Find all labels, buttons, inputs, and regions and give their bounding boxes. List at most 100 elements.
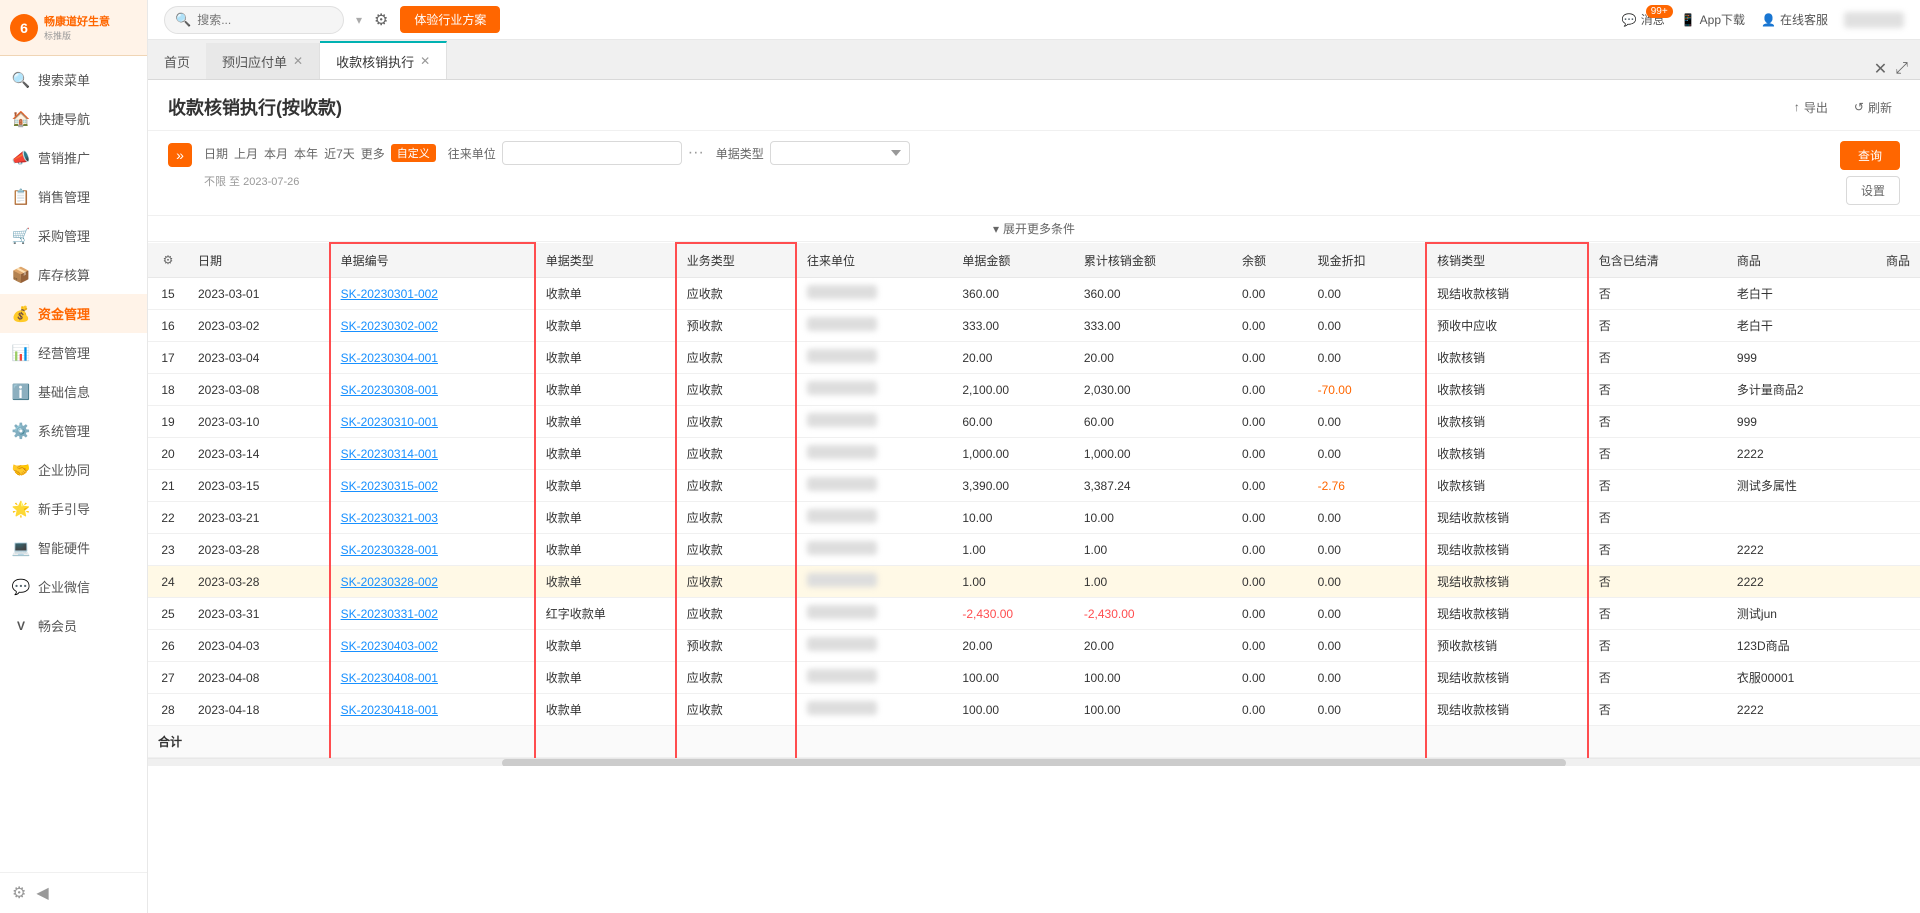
table-row: 22 2023-03-21 SK-20230321-003 收款单 应收款 10… — [148, 502, 1920, 534]
more-filters-icon[interactable]: ··· — [688, 144, 704, 162]
sidebar-item-operation[interactable]: 📊 经营管理 — [0, 333, 147, 372]
tab-prepay[interactable]: 预归应付单 ✕ — [206, 43, 320, 79]
cell-index: 22 — [148, 502, 188, 534]
date-this-month[interactable]: 本月 — [264, 145, 288, 162]
th-verified-amount: 累计核销金额 — [1074, 243, 1232, 278]
sidebar-item-guide[interactable]: 🌟 新手引导 — [0, 489, 147, 528]
date-last-month[interactable]: 上月 — [234, 145, 258, 162]
sidebar-item-quicknav[interactable]: 🏠 快捷导航 — [0, 99, 147, 138]
cell-verified-amount: 3,387.24 — [1074, 470, 1232, 502]
cell-biz-type: 预收款 — [676, 630, 796, 662]
cell-product2 — [1876, 662, 1920, 694]
footer-settings-icon[interactable]: ⚙ — [12, 883, 26, 903]
filter-toggle-btn[interactable]: » — [168, 143, 192, 167]
online-service-item[interactable]: 👤 在线客服 — [1761, 11, 1828, 28]
header-search-box[interactable]: 🔍 — [164, 6, 344, 34]
cell-verified-amount: 360.00 — [1074, 278, 1232, 310]
search-input[interactable] — [197, 13, 317, 27]
cell-index: 27 — [148, 662, 188, 694]
message-item[interactable]: 💬 消息 99+ — [1622, 11, 1665, 28]
total-verify-type — [1426, 726, 1588, 758]
wechat-icon: 💬 — [12, 578, 30, 596]
date-custom-btn[interactable]: 自定义 — [391, 144, 436, 162]
expand-more-button[interactable]: ▾ 展开更多条件 — [993, 220, 1075, 237]
sidebar-item-system[interactable]: ⚙️ 系统管理 — [0, 411, 147, 450]
cell-cash-discount: 0.00 — [1308, 502, 1427, 534]
bill-no-link[interactable]: SK-20230403-002 — [341, 639, 438, 653]
refresh-button[interactable]: ↺ 刷新 — [1846, 95, 1900, 120]
cell-balance: 0.00 — [1232, 534, 1308, 566]
sidebar-item-hardware[interactable]: 💻 智能硬件 — [0, 528, 147, 567]
bill-no-link[interactable]: SK-20230331-002 — [341, 607, 438, 621]
table-settings-icon[interactable]: ⚙ — [163, 253, 174, 267]
th-product2: 商品 — [1876, 243, 1920, 278]
bill-no-link[interactable]: SK-20230304-001 — [341, 351, 438, 365]
bill-no-link[interactable]: SK-20230301-002 — [341, 287, 438, 301]
home-icon: 🏠 — [12, 110, 30, 128]
bill-no-link[interactable]: SK-20230302-002 — [341, 319, 438, 333]
cell-company — [796, 374, 952, 406]
cell-bill-type: 收款单 — [535, 694, 676, 726]
date-7days[interactable]: 近7天 — [324, 145, 355, 162]
bill-no-link[interactable]: SK-20230321-003 — [341, 511, 438, 525]
cell-bill-no: SK-20230302-002 — [330, 310, 535, 342]
sidebar-item-finance[interactable]: 💰 资金管理 — [0, 294, 147, 333]
dropdown-chevron-icon[interactable]: ▾ — [356, 13, 362, 27]
scroll-thumb[interactable] — [502, 759, 1565, 766]
cell-verified-amount: 2,030.00 — [1074, 374, 1232, 406]
sidebar-item-member[interactable]: V 畅会员 — [0, 606, 147, 645]
cell-amount: 1.00 — [952, 534, 1074, 566]
cell-product2 — [1876, 310, 1920, 342]
company-input[interactable] — [502, 141, 682, 165]
bill-no-link[interactable]: SK-20230315-002 — [341, 479, 438, 493]
cell-product2 — [1876, 598, 1920, 630]
export-button[interactable]: ↑ 导出 — [1786, 95, 1836, 120]
cell-verify-type: 收款核销 — [1426, 406, 1588, 438]
date-more[interactable]: 更多 — [361, 145, 385, 162]
bill-no-link[interactable]: SK-20230314-001 — [341, 447, 438, 461]
date-this-year[interactable]: 本年 — [294, 145, 318, 162]
cell-amount: -2,430.00 — [952, 598, 1074, 630]
bill-no-link[interactable]: SK-20230418-001 — [341, 703, 438, 717]
cell-product: 老白干 — [1727, 278, 1876, 310]
cell-bill-no: SK-20230408-001 — [330, 662, 535, 694]
bill-type-select[interactable] — [770, 141, 910, 165]
sidebar-item-purchase[interactable]: 🛒 采购管理 — [0, 216, 147, 255]
cell-balance: 0.00 — [1232, 566, 1308, 598]
tab-verify[interactable]: 收款核销执行 ✕ — [320, 41, 447, 79]
sidebar-item-inventory[interactable]: 📦 库存核算 — [0, 255, 147, 294]
settings-button[interactable]: 设置 — [1846, 176, 1900, 205]
tab-home[interactable]: 首页 — [148, 43, 206, 79]
industry-button[interactable]: 体验行业方案 — [400, 6, 500, 33]
sidebar-item-sales[interactable]: 📋 销售管理 — [0, 177, 147, 216]
sidebar-item-marketing[interactable]: 📣 营销推广 — [0, 138, 147, 177]
bill-no-link[interactable]: SK-20230408-001 — [341, 671, 438, 685]
footer-collapse-icon[interactable]: ◀ — [36, 883, 48, 903]
sidebar-item-enterprise[interactable]: 🤝 企业协同 — [0, 450, 147, 489]
tab-close-prepay[interactable]: ✕ — [293, 54, 303, 68]
cell-date: 2023-03-04 — [188, 342, 330, 374]
tab-close-verify[interactable]: ✕ — [420, 54, 430, 68]
cell-amount: 20.00 — [952, 630, 1074, 662]
close-all-tabs-icon[interactable]: ✕ — [1874, 59, 1887, 79]
message-icon: 💬 — [1622, 13, 1637, 27]
maximize-icon[interactable]: ⤢ — [1895, 60, 1908, 78]
cell-amount: 1.00 — [952, 566, 1074, 598]
cell-bill-type: 收款单 — [535, 374, 676, 406]
bill-no-link[interactable]: SK-20230328-001 — [341, 543, 438, 557]
cell-cash-discount: -70.00 — [1308, 374, 1427, 406]
app-download-item[interactable]: 📱 App下载 — [1681, 11, 1745, 28]
sidebar-item-search[interactable]: 🔍 搜索菜单 — [0, 60, 147, 99]
sidebar-item-basic[interactable]: ℹ️ 基础信息 — [0, 372, 147, 411]
cell-product: 2222 — [1727, 694, 1876, 726]
bill-no-link[interactable]: SK-20230328-002 — [341, 575, 438, 589]
cell-bill-type: 收款单 — [535, 406, 676, 438]
gear-button[interactable]: ⚙ — [374, 10, 388, 30]
sidebar-item-wechat[interactable]: 💬 企业微信 — [0, 567, 147, 606]
horizontal-scrollbar[interactable] — [148, 758, 1920, 766]
cell-biz-type: 应收款 — [676, 470, 796, 502]
bill-no-link[interactable]: SK-20230310-001 — [341, 415, 438, 429]
query-button[interactable]: 查询 — [1840, 141, 1900, 170]
bill-no-link[interactable]: SK-20230308-001 — [341, 383, 438, 397]
th-settings[interactable]: ⚙ — [148, 243, 188, 278]
